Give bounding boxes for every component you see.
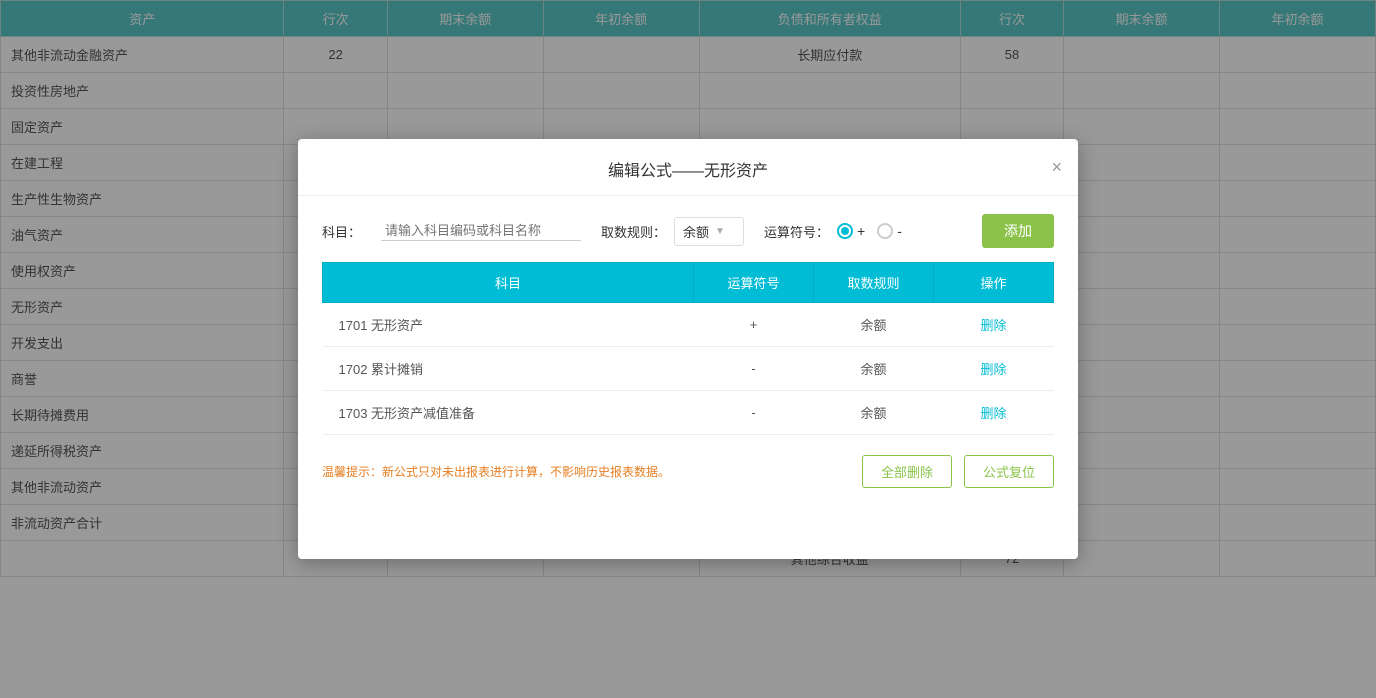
row2-rule: 余额 (814, 347, 934, 391)
radio-plus[interactable]: + (837, 223, 865, 239)
col-rule: 取数规则 (814, 263, 934, 303)
row1-operator: + (694, 303, 814, 347)
modal-footer: 温馨提示：新公式只对未出报表进行计算，不影响历史报表数据。 全部删除 公式复位 (298, 435, 1078, 492)
operator-group: 运算符号： + - (764, 222, 902, 241)
tip-text: 温馨提示：新公式只对未出报表进行计算，不影响历史报表数据。 (322, 463, 670, 480)
table-row: 1701 无形资产 + 余额 删除 (323, 303, 1054, 347)
radio-plus-label: + (857, 223, 865, 239)
row3-rule: 余额 (814, 391, 934, 435)
modal-overlay: 编辑公式——无形资产 × 科目： 取数规则： 余额 ▼ 运算符号： + (0, 0, 1376, 698)
col-operator: 运算符号 (694, 263, 814, 303)
radio-minus-label: - (897, 223, 902, 239)
modal-title: 编辑公式——无形资产 (608, 157, 768, 181)
row2-delete-link[interactable]: 删除 (980, 362, 1006, 377)
reset-button[interactable]: 公式复位 (964, 455, 1054, 488)
row3-subject: 1703 无形资产减值准备 (323, 391, 694, 435)
subject-input[interactable] (381, 221, 581, 241)
row3-action: 删除 (934, 391, 1054, 435)
rule-select[interactable]: 余额 ▼ (674, 217, 744, 246)
radio-minus[interactable]: - (877, 223, 902, 239)
col-action: 操作 (934, 263, 1054, 303)
col-subject: 科目 (323, 263, 694, 303)
modal-dialog: 编辑公式——无形资产 × 科目： 取数规则： 余额 ▼ 运算符号： + (298, 139, 1078, 559)
row2-operator: - (694, 347, 814, 391)
radio-group: + - (837, 223, 902, 239)
radio-plus-circle (837, 223, 853, 239)
row3-operator: - (694, 391, 814, 435)
delete-all-button[interactable]: 全部删除 (862, 455, 952, 488)
modal-table: 科目 运算符号 取数规则 操作 1701 无形资产 + 余额 删除 (322, 262, 1054, 435)
close-button[interactable]: × (1051, 158, 1062, 176)
row2-subject: 1702 累计摊销 (323, 347, 694, 391)
operator-label: 运算符号： (764, 222, 829, 241)
table-row: 1703 无形资产减值准备 - 余额 删除 (323, 391, 1054, 435)
footer-buttons: 全部删除 公式复位 (862, 455, 1054, 488)
row1-subject: 1701 无形资产 (323, 303, 694, 347)
modal-header: 编辑公式——无形资产 × (298, 139, 1078, 196)
row3-delete-link[interactable]: 删除 (980, 406, 1006, 421)
table-row: 1702 累计摊销 - 余额 删除 (323, 347, 1054, 391)
row1-action: 删除 (934, 303, 1054, 347)
radio-minus-circle (877, 223, 893, 239)
chevron-down-icon: ▼ (715, 226, 725, 237)
row1-delete-link[interactable]: 删除 (980, 318, 1006, 333)
rule-label: 取数规则： (601, 222, 666, 241)
modal-table-wrap: 科目 运算符号 取数规则 操作 1701 无形资产 + 余额 删除 (298, 262, 1078, 435)
form-row: 科目： 取数规则： 余额 ▼ 运算符号： + - (298, 196, 1078, 262)
add-button[interactable]: 添加 (982, 214, 1054, 248)
rule-group: 取数规则： 余额 ▼ (601, 217, 744, 246)
row1-rule: 余额 (814, 303, 934, 347)
rule-select-value: 余额 (683, 222, 709, 241)
row2-action: 删除 (934, 347, 1054, 391)
subject-label: 科目： (322, 222, 361, 241)
